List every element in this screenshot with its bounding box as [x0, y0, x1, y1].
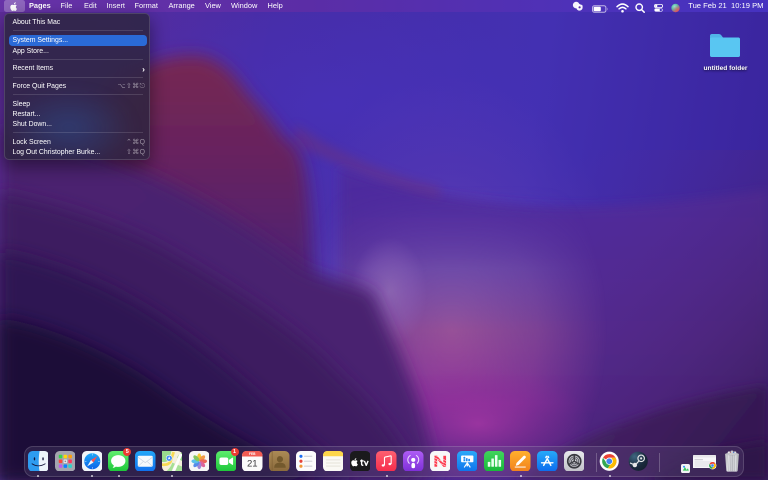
- svg-text:FEB: FEB: [249, 452, 256, 456]
- svg-text:21: 21: [247, 458, 258, 469]
